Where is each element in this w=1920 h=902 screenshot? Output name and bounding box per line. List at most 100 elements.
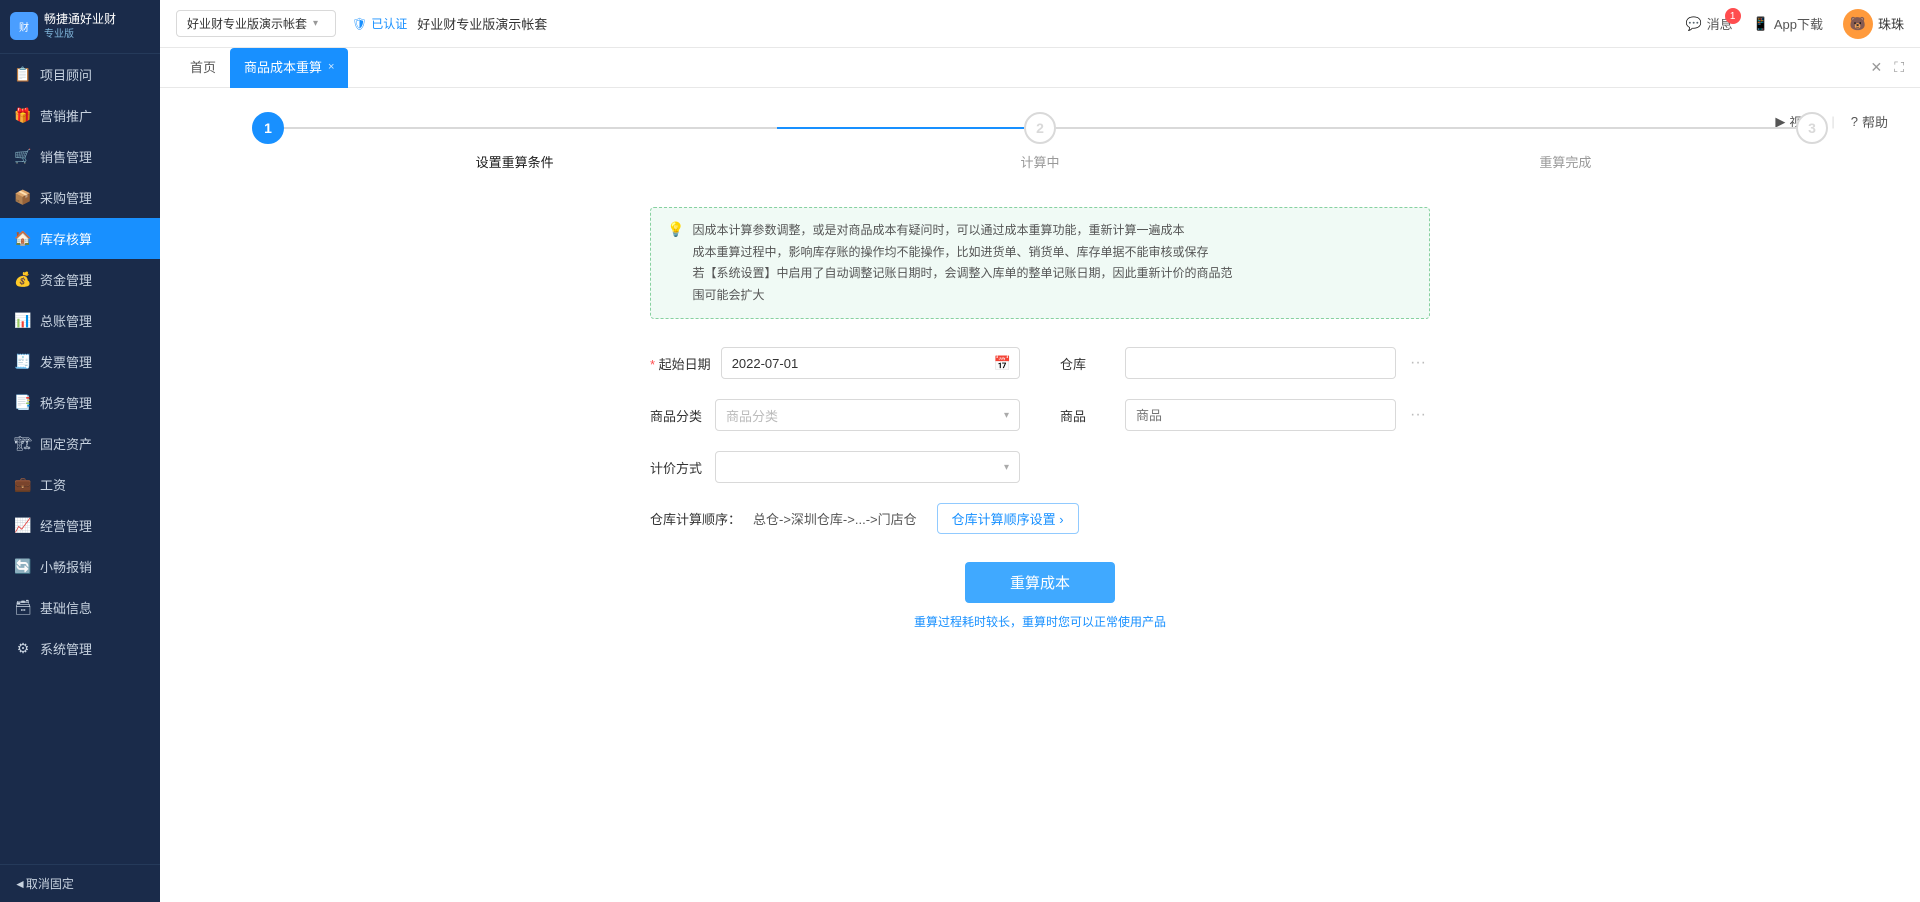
- topbar-right: 💬 消息 1 📱 App下载 🐻 珠珠: [1685, 9, 1904, 39]
- start-date-input-wrapper[interactable]: 📅: [721, 347, 1020, 379]
- invoice-icon: 🧾: [14, 352, 32, 370]
- chevron-down-icon: ▾: [1004, 410, 1009, 421]
- sidebar-label-invoice: 发票管理: [40, 352, 92, 371]
- step-label-0: 设置重算条件: [476, 152, 554, 171]
- company-name: 好业财专业版演示帐套: [417, 14, 547, 33]
- step-circle-0: 1: [252, 112, 284, 144]
- sidebar-label-purchase: 采购管理: [40, 188, 92, 207]
- operation-icon: 📈: [14, 516, 32, 534]
- tabs-bar: 首页 商品成本重算 × ✕ ⛶: [160, 48, 1920, 88]
- warehouse-order-settings-button[interactable]: 仓库计算顺序设置 ›: [937, 503, 1079, 534]
- purchase-icon: 📦: [14, 188, 32, 206]
- calendar-icon[interactable]: 📅: [986, 355, 1019, 372]
- warehouse-input[interactable]: [1126, 348, 1395, 378]
- goods-input[interactable]: [1126, 400, 1395, 430]
- sidebar-item-finance[interactable]: 💰 资金管理: [0, 259, 160, 300]
- sidebar-item-basic[interactable]: 🗃基础信息: [0, 587, 160, 628]
- system-icon: ⚙: [14, 639, 32, 657]
- sidebar-item-salary[interactable]: 💼工资: [0, 464, 160, 505]
- close-window-icon[interactable]: ✕: [1870, 59, 1882, 76]
- info-line: 围可能会扩大: [692, 285, 1232, 307]
- sidebar-item-invoice[interactable]: 🧾 发票管理: [0, 341, 160, 382]
- warehouse-order-btn-label: 仓库计算顺序设置 ›: [952, 509, 1064, 528]
- warehouse-input-wrapper[interactable]: [1125, 347, 1396, 379]
- sidebar-item-assets[interactable]: 🏗固定资产: [0, 423, 160, 464]
- expand-icon[interactable]: ⛶: [1894, 59, 1904, 76]
- warehouse-label: 仓库: [1060, 354, 1115, 373]
- sidebar-item-inventory[interactable]: 🏠 库存核算: [0, 218, 160, 259]
- sidebar-item-marketing[interactable]: 🎁营销推广: [0, 95, 160, 136]
- sidebar-item-purchase[interactable]: 📦 采购管理: [0, 177, 160, 218]
- account-dropdown[interactable]: 好业财专业版演示帐套 ▾: [176, 10, 336, 37]
- message-icon: 💬: [1685, 16, 1701, 32]
- sidebar-label-assets: 固定资产: [40, 434, 92, 453]
- start-date-label: 起始日期: [650, 354, 711, 373]
- goods-label: 商品: [1060, 406, 1115, 425]
- warehouse-more-icon[interactable]: ···: [1406, 354, 1430, 372]
- step-circle-1: 2: [1024, 112, 1056, 144]
- recalculate-button[interactable]: 重算成本: [965, 562, 1115, 603]
- step-2: 3重算完成: [1303, 112, 1828, 171]
- field-goods: 商品 ···: [1060, 399, 1430, 431]
- project-icon: 📋: [14, 65, 32, 83]
- sidebar-item-expense[interactable]: 🔄小畅报销: [0, 546, 160, 587]
- warehouse-order-row: 仓库计算顺序： 总仓->深圳仓库->...->门店仓 仓库计算顺序设置 ›: [650, 503, 1430, 534]
- recalculate-note: 重算过程耗时较长，重算时您可以正常使用产品: [650, 613, 1430, 630]
- goods-input-wrapper[interactable]: [1125, 399, 1396, 431]
- sidebar-item-sales[interactable]: 🛒销售管理: [0, 136, 160, 177]
- tab-close-icon[interactable]: ×: [328, 61, 334, 73]
- tab-cost[interactable]: 商品成本重算 ×: [230, 48, 348, 88]
- message-button[interactable]: 💬 消息 1: [1685, 14, 1732, 33]
- shield-icon: 🛡: [352, 17, 367, 31]
- sidebar-item-project[interactable]: 📋项目顾问: [0, 54, 160, 95]
- price-method-label: 计价方式: [650, 458, 705, 477]
- info-line: 若【系统设置】中启用了自动调整记账日期时，会调整入库单的整单记账日期，因此重新计…: [692, 263, 1232, 285]
- tab-home[interactable]: 首页: [176, 48, 230, 88]
- finance-icon: 💰: [14, 270, 32, 288]
- expense-icon: 🔄: [14, 557, 32, 575]
- warehouse-order-value: 总仓->深圳仓库->...->门店仓: [753, 509, 917, 528]
- sidebar-item-operation[interactable]: 📈 经营管理: [0, 505, 160, 546]
- account-selector[interactable]: 好业财专业版演示帐套 ▾: [176, 10, 336, 37]
- warehouse-order-label: 仓库计算顺序：: [650, 509, 741, 528]
- account-name: 好业财专业版演示帐套: [187, 15, 307, 32]
- logo-text: 畅捷通好业财 专业版: [44, 12, 116, 41]
- marketing-icon: 🎁: [14, 106, 32, 124]
- price-method-select[interactable]: ▾: [715, 451, 1020, 483]
- app-download-button[interactable]: 📱 App下载: [1753, 14, 1823, 33]
- sidebar-logo: 财 畅捷通好业财 专业版: [0, 0, 160, 54]
- sidebar-item-accounting[interactable]: 📊总账管理: [0, 300, 160, 341]
- sidebar-item-system[interactable]: ⚙系统管理: [0, 628, 160, 669]
- start-date-input[interactable]: [722, 348, 986, 378]
- goods-more-icon[interactable]: ···: [1406, 406, 1430, 424]
- sidebar-unpin[interactable]: ◄取消固定: [0, 864, 160, 902]
- step-line-left-1: [777, 127, 1024, 129]
- sidebar-nav: 📋项目顾问🎁营销推广🛒销售管理 📦 采购管理 🏠 库存核算 💰 资金管理 📊总账管理 🧾 发票管理…: [0, 54, 160, 864]
- avatar: 🐻: [1843, 9, 1873, 39]
- basic-icon: 🗃: [14, 598, 32, 616]
- tax-icon: 📑: [14, 393, 32, 411]
- user-profile[interactable]: 🐻 珠珠: [1843, 9, 1904, 39]
- info-line: 因成本计算参数调整，或是对商品成本有疑问时，可以通过成本重算功能，重新计算一遍成…: [692, 220, 1232, 242]
- steps: 1设置重算条件2计算中3重算完成: [192, 112, 1888, 171]
- sidebar-label-inventory: 库存核算: [40, 229, 92, 248]
- logo-icon: 财: [10, 12, 38, 40]
- info-box: 💡 因成本计算参数调整，或是对商品成本有疑问时，可以通过成本重算功能，重新计算一…: [650, 207, 1430, 319]
- main-content: ▶ 视频 | ? 帮助 1设置重算条件2计算中3重算完成 💡 因成本计算参数调整…: [160, 88, 1920, 902]
- field-category: 商品分类 商品分类 ▾: [650, 399, 1020, 431]
- field-warehouse: 仓库 ···: [1060, 347, 1430, 379]
- chevron-down-icon2: ▾: [1004, 462, 1009, 473]
- verified-label: 已认证: [371, 15, 407, 32]
- form-row-1: 起始日期 📅 仓库 ···: [650, 347, 1430, 379]
- step-line-left-2: [1303, 127, 1796, 129]
- sidebar-label-operation: 经营管理: [40, 516, 92, 535]
- sidebar-item-tax[interactable]: 📑税务管理: [0, 382, 160, 423]
- category-select[interactable]: 商品分类 ▾: [715, 399, 1020, 431]
- step-line-right-1: [1056, 127, 1303, 129]
- chevron-down-icon: ▾: [313, 18, 318, 29]
- tab-cost-label: 商品成本重算: [244, 57, 322, 76]
- sidebar-label-finance: 资金管理: [40, 270, 92, 289]
- sidebar-label-salary: 工资: [40, 475, 66, 494]
- inventory-icon: 🏠: [14, 229, 32, 247]
- message-badge: 1: [1725, 8, 1741, 24]
